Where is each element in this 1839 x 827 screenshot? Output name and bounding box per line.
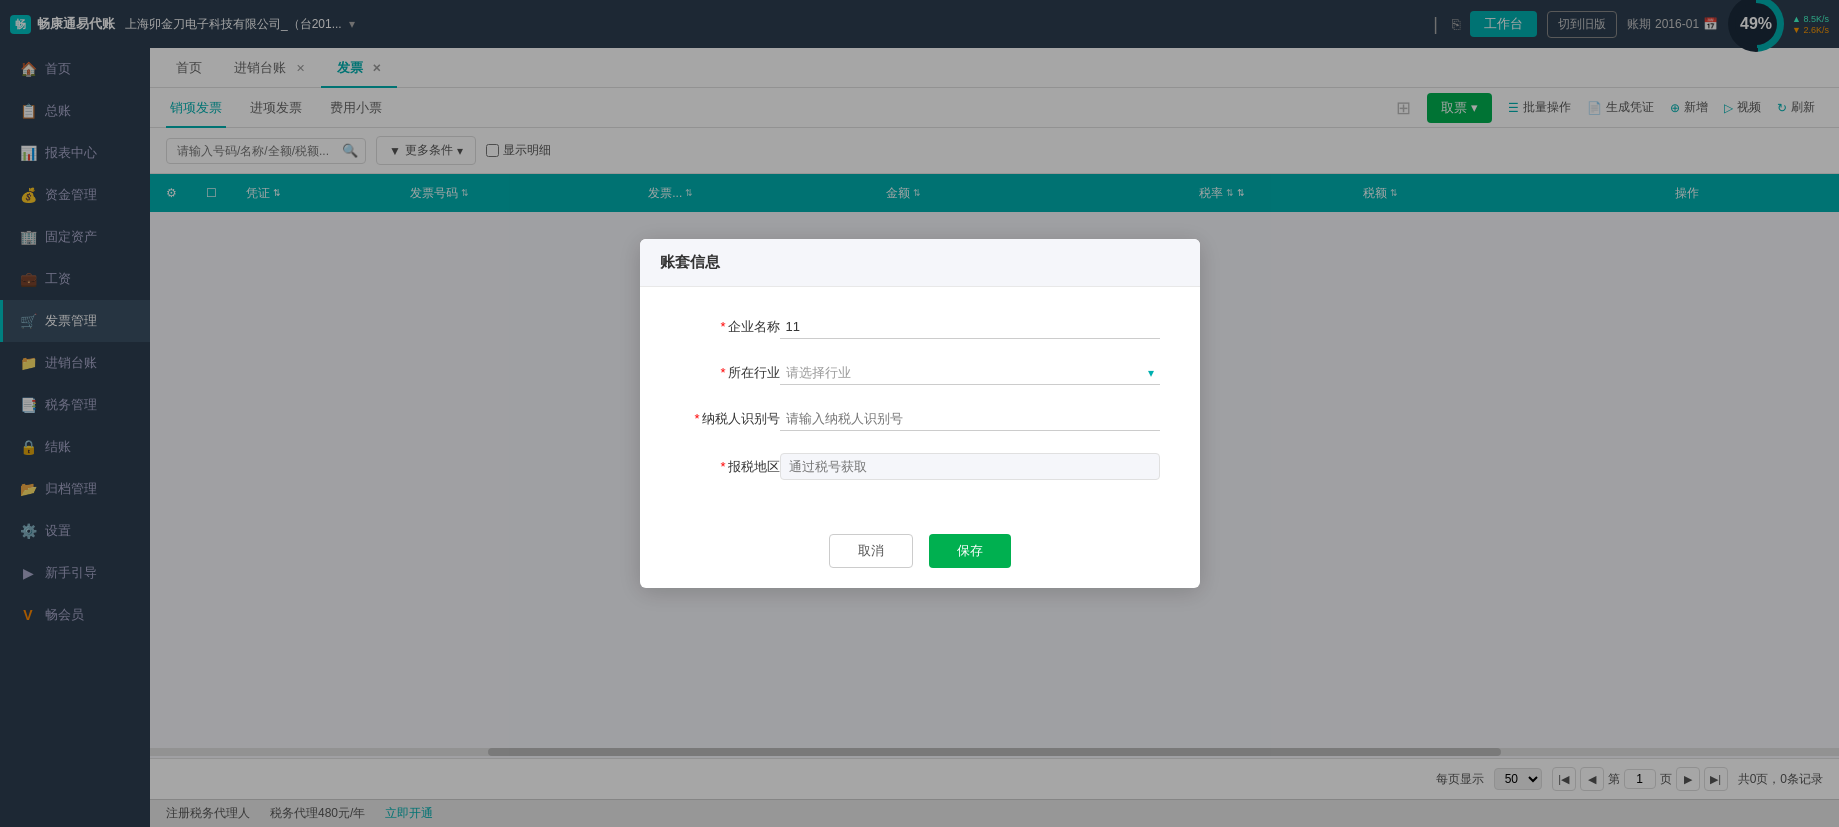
industry-label: *所在行业 [680,364,780,382]
tax-id-input[interactable] [780,407,1160,431]
dialog-title: 账套信息 [660,253,720,270]
dialog: 账套信息 *企业名称 *所在行业 请选择行业 ▾ [640,239,1200,588]
form-row-industry: *所在行业 请选择行业 ▾ [680,361,1160,385]
cancel-button[interactable]: 取消 [829,534,913,568]
company-name-label: *企业名称 [680,318,780,336]
dialog-body: *企业名称 *所在行业 请选择行业 ▾ *纳税人识别号 [640,287,1200,522]
dialog-header: 账套信息 [640,239,1200,287]
dialog-footer: 取消 保存 [640,522,1200,588]
tax-region-input [780,453,1160,480]
save-button[interactable]: 保存 [929,534,1011,568]
industry-dropdown-icon: ▾ [1148,366,1154,380]
form-row-company: *企业名称 [680,315,1160,339]
industry-select[interactable]: 请选择行业 [780,361,1160,384]
tax-region-label: *报税地区 [680,458,780,476]
form-row-tax-id: *纳税人识别号 [680,407,1160,431]
company-name-input[interactable] [780,315,1160,339]
industry-select-wrap: 请选择行业 ▾ [780,361,1160,385]
modal-overlay: 账套信息 *企业名称 *所在行业 请选择行业 ▾ [0,0,1839,827]
form-row-tax-region: *报税地区 [680,453,1160,480]
tax-id-label: *纳税人识别号 [680,410,780,428]
